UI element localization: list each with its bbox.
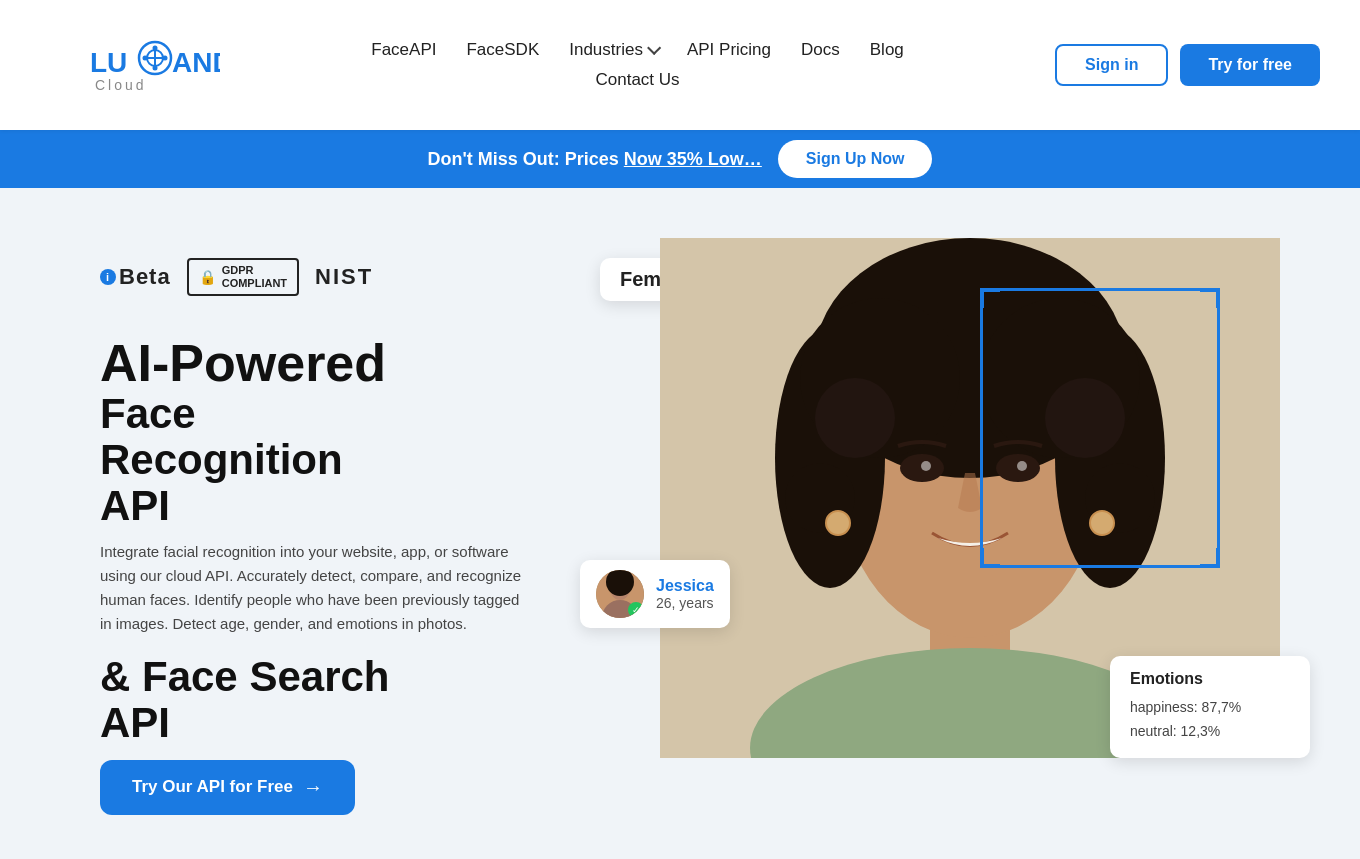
nav-links-bottom: Contact Us bbox=[595, 70, 679, 90]
svg-point-22 bbox=[815, 378, 895, 458]
hero-left: i Beta 🔒 GDPRCOMPLIANT NIST AI-Powered F… bbox=[100, 238, 530, 815]
hero-headline-stack: AI-Powered FaceRecognitionAPI Integrate … bbox=[100, 336, 530, 746]
nav-docs[interactable]: Docs bbox=[801, 40, 840, 60]
banner-text: Don't Miss Out: Prices Now 35% Low… bbox=[428, 149, 762, 170]
banner-highlight: Now 35% Low… bbox=[624, 149, 762, 169]
svg-text:LU: LU bbox=[90, 47, 127, 78]
badge-nist: NIST bbox=[315, 264, 373, 290]
nav-facesdk[interactable]: FaceSDK bbox=[466, 40, 539, 60]
cta-button[interactable]: Try Our API for Free → bbox=[100, 760, 355, 815]
svg-point-26 bbox=[921, 461, 931, 471]
hero-headline-black2: & Face SearchAPI bbox=[100, 654, 530, 746]
hero-headline-blue: AI-Powered bbox=[100, 336, 530, 391]
badge-nist-label: NIST bbox=[315, 264, 373, 289]
nav-apipricing[interactable]: API Pricing bbox=[687, 40, 771, 60]
arrow-icon: → bbox=[303, 776, 323, 799]
banner-prefix: Don't Miss Out: Prices bbox=[428, 149, 624, 169]
hero-right: Female 99,68% bbox=[600, 238, 1280, 758]
emotion-happiness: happiness: 87,7% bbox=[1130, 696, 1290, 720]
nav-industries[interactable]: Industries bbox=[569, 40, 657, 60]
identity-info: Jessica 26, years bbox=[656, 577, 714, 611]
badge-gdpr: 🔒 GDPRCOMPLIANT bbox=[187, 258, 299, 296]
verified-check-icon: ✓ bbox=[628, 602, 644, 618]
cta-label: Try Our API for Free bbox=[132, 777, 293, 797]
identity-name: Jessica bbox=[656, 577, 714, 595]
corner-tl bbox=[980, 288, 1000, 308]
navbar: LU AND Cloud FaceAPI FaceSDK Industries … bbox=[0, 0, 1360, 130]
svg-point-7 bbox=[153, 46, 158, 51]
badge-gdpr-label: GDPRCOMPLIANT bbox=[222, 264, 287, 290]
svg-point-8 bbox=[153, 66, 158, 71]
corner-br bbox=[1200, 548, 1220, 568]
svg-text:Cloud: Cloud bbox=[95, 77, 147, 93]
identity-avatar: ✓ bbox=[596, 570, 644, 618]
corner-tr bbox=[1200, 288, 1220, 308]
svg-point-28 bbox=[826, 511, 850, 535]
nav-links-top: FaceAPI FaceSDK Industries API Pricing D… bbox=[371, 40, 904, 60]
emotions-badge: Emotions happiness: 87,7% neutral: 12,3% bbox=[1110, 656, 1310, 758]
signup-now-button[interactable]: Sign Up Now bbox=[778, 140, 933, 178]
hero-section: i Beta 🔒 GDPRCOMPLIANT NIST AI-Powered F… bbox=[0, 188, 1360, 859]
badge-ibeta-label: Beta bbox=[119, 264, 171, 290]
emotions-title: Emotions bbox=[1130, 670, 1290, 688]
lock-icon: 🔒 bbox=[199, 269, 216, 285]
promo-banner: Don't Miss Out: Prices Now 35% Low… Sign… bbox=[0, 130, 1360, 188]
industries-chevron-icon bbox=[647, 41, 661, 55]
logo[interactable]: LU AND Cloud bbox=[40, 30, 220, 100]
nav-links: FaceAPI FaceSDK Industries API Pricing D… bbox=[260, 40, 1015, 90]
navbar-actions: Sign in Try for free bbox=[1055, 44, 1320, 86]
svg-point-5 bbox=[143, 56, 148, 61]
signin-button[interactable]: Sign in bbox=[1055, 44, 1168, 86]
nav-blog[interactable]: Blog bbox=[870, 40, 904, 60]
nav-contact[interactable]: Contact Us bbox=[595, 70, 679, 90]
nav-faceapi[interactable]: FaceAPI bbox=[371, 40, 436, 60]
corner-bl bbox=[980, 548, 1000, 568]
nav-industries-label: Industries bbox=[569, 40, 643, 60]
emotion-neutral: neutral: 12,3% bbox=[1130, 720, 1290, 744]
badge-ibeta: i Beta bbox=[100, 264, 171, 290]
identity-age: 26, years bbox=[656, 595, 714, 611]
hero-description: Integrate facial recognition into your w… bbox=[100, 540, 530, 636]
svg-point-6 bbox=[163, 56, 168, 61]
face-detection-box bbox=[980, 288, 1220, 568]
identity-badge: ✓ Jessica 26, years bbox=[580, 560, 730, 628]
try-free-button[interactable]: Try for free bbox=[1180, 44, 1320, 86]
trust-badges: i Beta 🔒 GDPRCOMPLIANT NIST bbox=[100, 258, 530, 296]
hero-headline-black1: FaceRecognitionAPI bbox=[100, 391, 530, 530]
svg-text:AND: AND bbox=[172, 47, 220, 78]
